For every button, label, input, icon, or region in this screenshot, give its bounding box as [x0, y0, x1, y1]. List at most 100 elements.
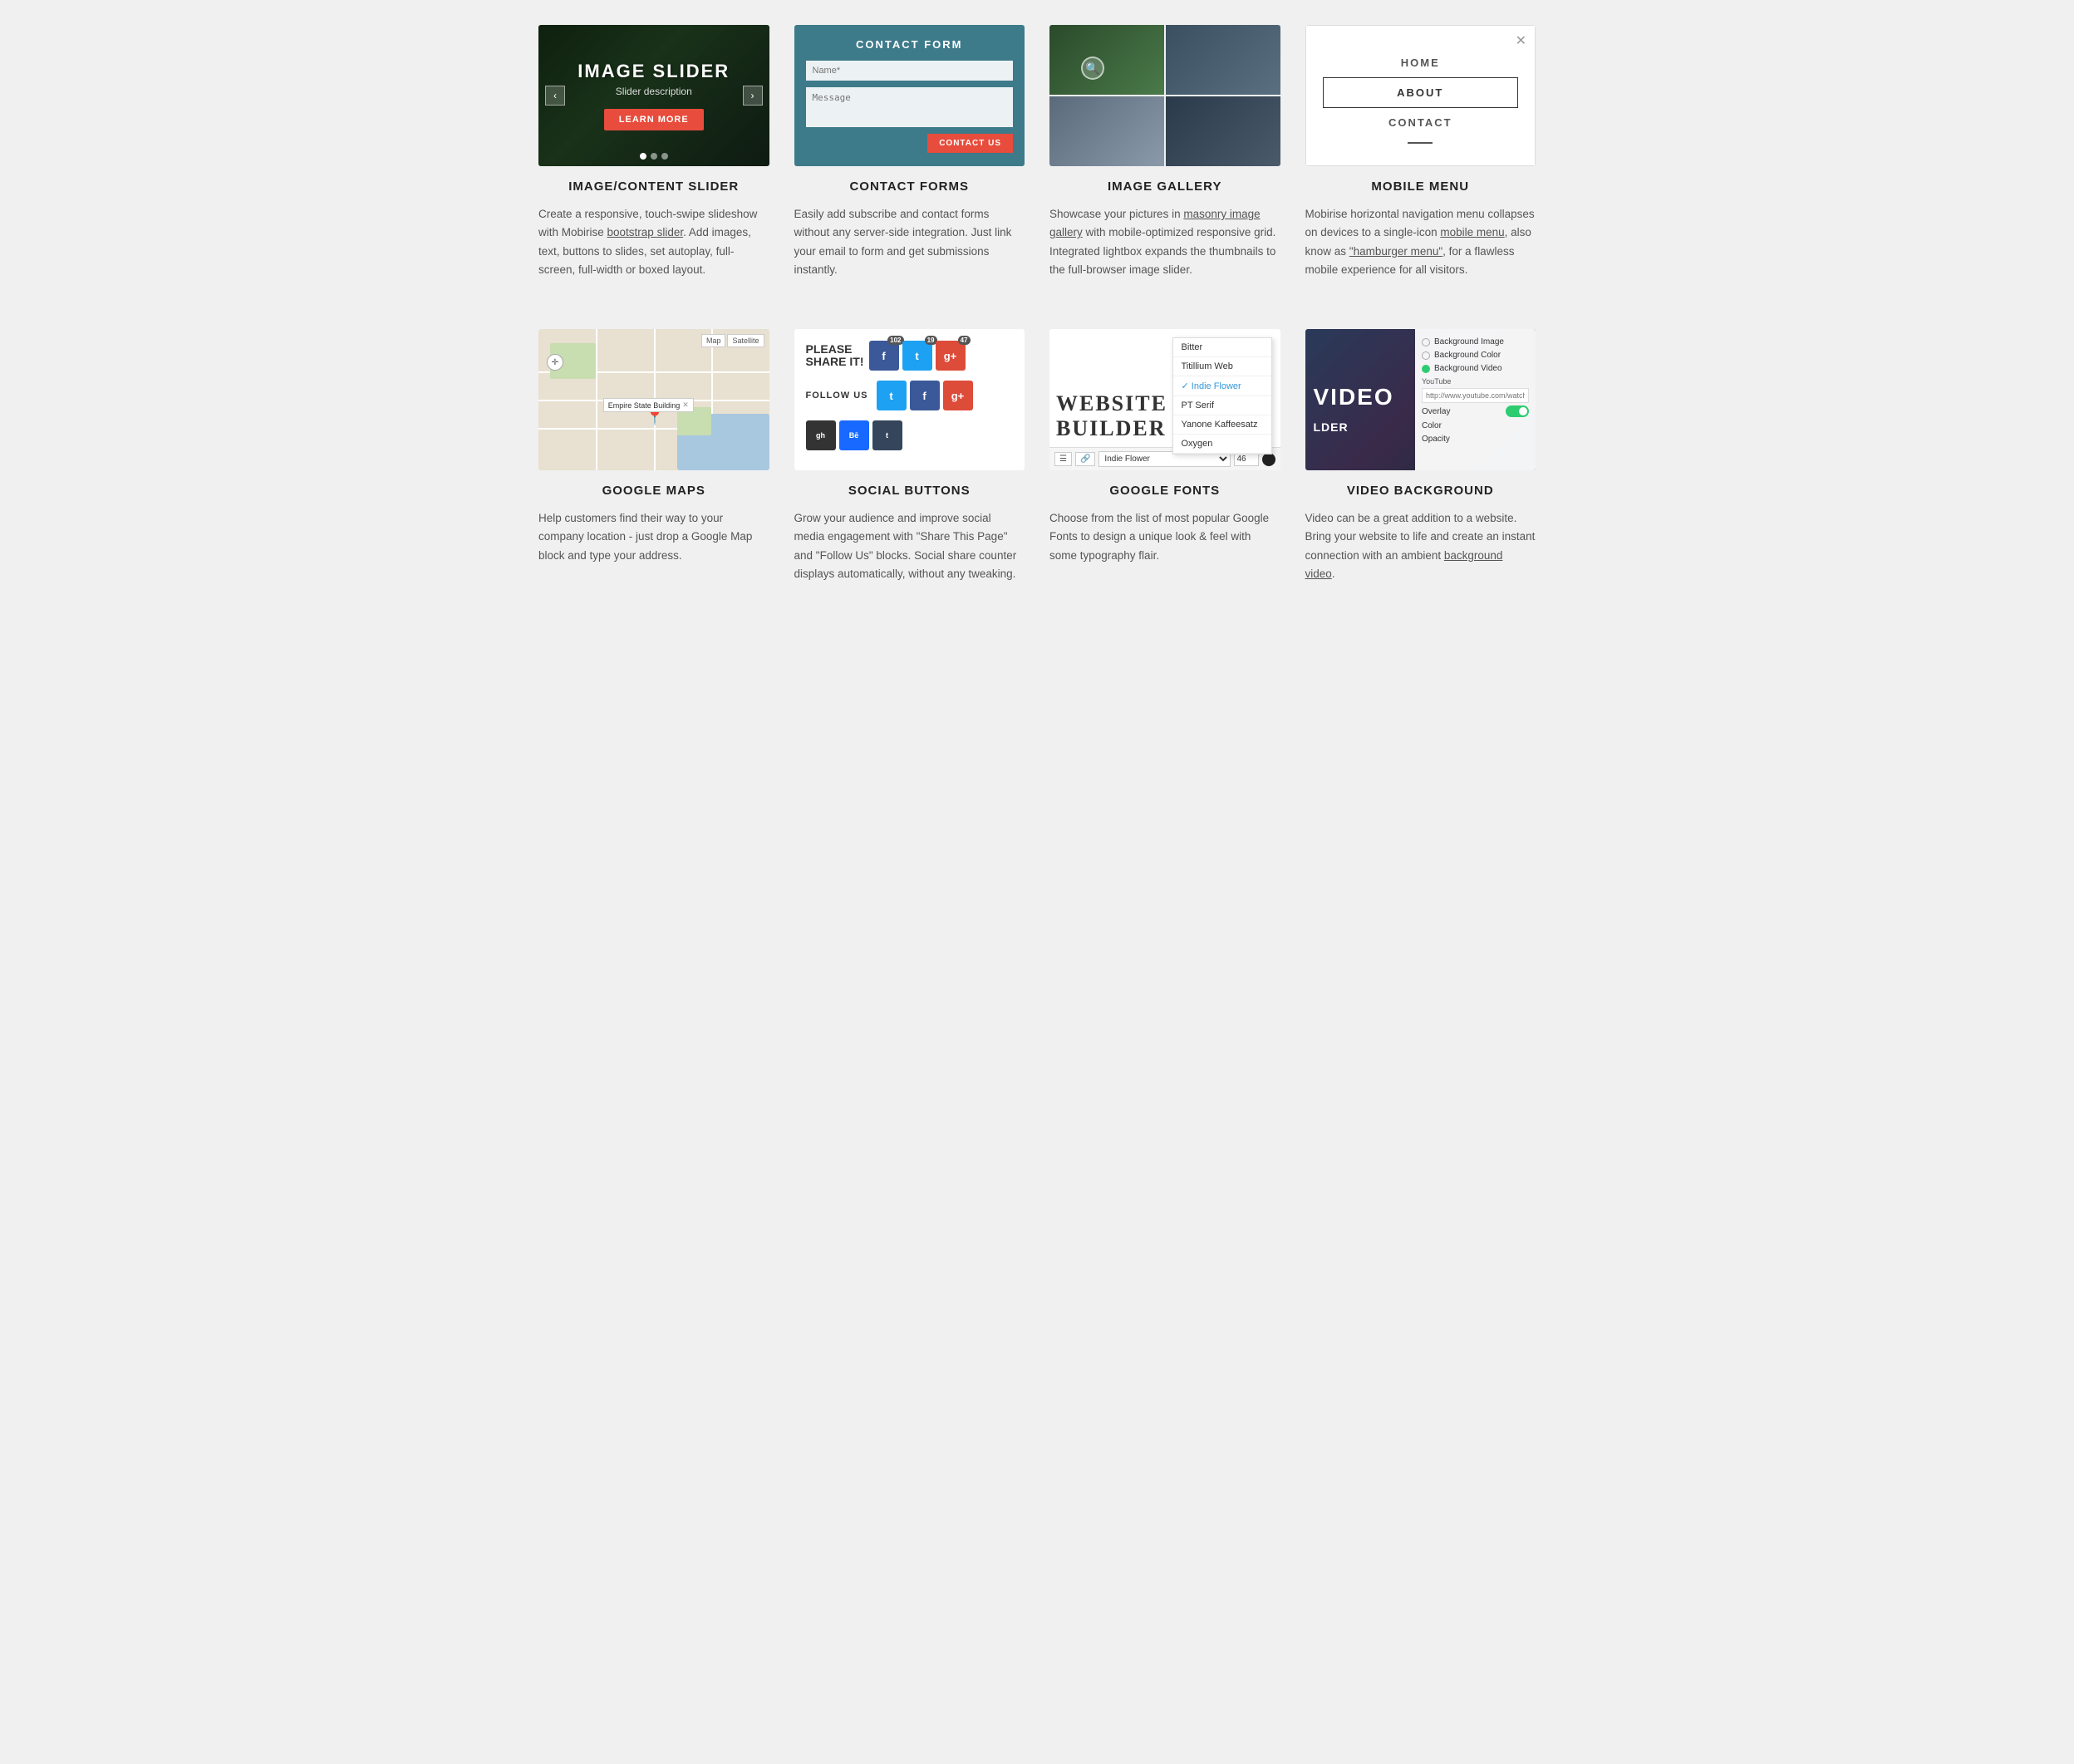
contact-preview-content: CONTACT FORM CONTACT US	[794, 25, 1025, 166]
social-preview-content: PLEASESHARE IT! f102 t19 g+47	[794, 329, 1025, 470]
card-title-fonts: GOOGLE FONTS	[1049, 484, 1280, 498]
follow-behance[interactable]: Bē	[839, 420, 869, 450]
mobile-nav-contact[interactable]: CONTACT	[1306, 108, 1536, 137]
font-align-left[interactable]: ☰	[1054, 452, 1072, 466]
background-video-link[interactable]: background video	[1305, 549, 1503, 580]
card-title-contact: CONTACT FORMS	[794, 179, 1025, 194]
card-contact-forms: CONTACT FORM CONTACT US CONTACT FORMS Ea…	[794, 25, 1025, 279]
slider-dots	[640, 153, 668, 160]
follow-facebook[interactable]: f	[910, 381, 940, 410]
slider-preview-content: ‹ IMAGE SLIDER Slider description LEARN …	[538, 25, 769, 166]
features-row-2: Map Satellite ✛ 📍 Empire State Building …	[538, 329, 1536, 583]
slider-left-arrow[interactable]: ‹	[545, 86, 565, 106]
maps-preview-image: Map Satellite ✛ 📍 Empire State Building …	[538, 329, 769, 470]
font-indie-flower[interactable]: Indie Flower	[1173, 376, 1271, 396]
hamburger-menu-link[interactable]: "hamburger menu"	[1349, 245, 1442, 258]
font-pt-serif[interactable]: PT Serif	[1173, 396, 1271, 415]
follow-googleplus[interactable]: g+	[943, 381, 973, 410]
social-preview-image: PLEASESHARE IT! f102 t19 g+47	[794, 329, 1025, 470]
video-youtube-label: YouTube	[1422, 377, 1529, 386]
slider-dot-3[interactable]	[661, 153, 668, 160]
card-title-maps: GOOGLE MAPS	[538, 484, 769, 498]
slider-dot-1[interactable]	[640, 153, 646, 160]
video-color-label: Color	[1422, 421, 1442, 430]
map-controls: Map Satellite	[701, 334, 764, 347]
fonts-preview-content: Bitter Titillium Web Indie Flower PT Ser…	[1049, 329, 1280, 470]
contact-form-title: CONTACT FORM	[806, 38, 1014, 51]
video-overlay-row: Overlay	[1422, 405, 1529, 417]
follow-tumblr[interactable]: t	[872, 420, 902, 450]
video-bg-color-row: Background Color	[1422, 351, 1529, 360]
map-compass-icon: ✛	[547, 354, 563, 371]
video-bg-color-radio[interactable]	[1422, 351, 1430, 360]
card-title-video: VIDEO BACKGROUND	[1305, 484, 1536, 498]
fonts-dropdown[interactable]: Bitter Titillium Web Indie Flower PT Ser…	[1172, 337, 1272, 455]
slider-dot-2[interactable]	[651, 153, 657, 160]
gallery-cell-2	[1166, 25, 1280, 95]
video-preview-content: VIDEOLDER Background Image Background Co…	[1305, 329, 1536, 470]
slider-right-arrow[interactable]: ›	[743, 86, 763, 106]
font-oxygen[interactable]: Oxygen	[1173, 435, 1271, 454]
map-road-v1	[596, 329, 597, 470]
font-titillium[interactable]: Titillium Web	[1173, 357, 1271, 376]
contact-preview-image: CONTACT FORM CONTACT US	[794, 25, 1025, 166]
card-desc-social: Grow your audience and improve social me…	[794, 509, 1025, 583]
masonry-gallery-link[interactable]: masonry image gallery	[1049, 208, 1261, 238]
gp-count: 47	[958, 336, 971, 345]
social-facebook-share[interactable]: f102	[869, 341, 899, 371]
features-row-1: ‹ IMAGE SLIDER Slider description LEARN …	[538, 25, 1536, 279]
social-share-row: PLEASESHARE IT! f102 t19 g+47	[806, 341, 1014, 371]
social-googleplus-share[interactable]: g+47	[936, 341, 966, 371]
font-link[interactable]: 🔗	[1075, 452, 1095, 466]
gallery-cell-4	[1166, 96, 1280, 166]
map-satellite-button[interactable]: Satellite	[727, 334, 764, 347]
font-yanone[interactable]: Yanone Kaffeesatz	[1173, 415, 1271, 435]
video-bg-image-label: Background Image	[1434, 337, 1504, 346]
map-map-button[interactable]: Map	[701, 334, 726, 347]
map-location-label: Empire State Building ✕	[603, 398, 694, 412]
contact-submit-button[interactable]: CONTACT US	[927, 134, 1013, 153]
video-bg-image-radio[interactable]	[1422, 338, 1430, 346]
video-color-row: Color	[1422, 421, 1529, 430]
mobile-menu-close-icon[interactable]: ✕	[1516, 32, 1526, 49]
gallery-preview-content: 🔍	[1049, 25, 1280, 166]
gallery-cell-1	[1049, 25, 1164, 95]
slider-heading: IMAGE SLIDER	[577, 61, 730, 82]
gallery-cell-3	[1049, 96, 1164, 166]
follow-twitter[interactable]: t	[877, 381, 907, 410]
slider-subtext: Slider description	[616, 86, 692, 97]
mobile-nav-home[interactable]: HOME	[1306, 48, 1536, 77]
map-label-close[interactable]: ✕	[682, 400, 689, 410]
fb-count: 102	[887, 336, 903, 345]
card-google-maps: Map Satellite ✛ 📍 Empire State Building …	[538, 329, 769, 583]
social-follow-row: FOLLOW US t f g+	[806, 381, 1014, 410]
social-share-icons: f102 t19 g+47	[869, 341, 966, 371]
gallery-preview-image: 🔍	[1049, 25, 1280, 166]
social-more-icons: gh Bē t	[806, 420, 1014, 450]
card-desc-slider: Create a responsive, touch-swipe slidesh…	[538, 205, 769, 279]
video-overlay-toggle[interactable]	[1506, 405, 1529, 417]
gallery-search-icon[interactable]: 🔍	[1081, 57, 1104, 80]
video-overlay-label: Overlay	[1422, 407, 1450, 416]
card-title-mobile: MOBILE MENU	[1305, 179, 1536, 194]
bootstrap-slider-link[interactable]: bootstrap slider	[607, 226, 684, 238]
follow-github[interactable]: gh	[806, 420, 836, 450]
social-twitter-share[interactable]: t19	[902, 341, 932, 371]
video-opacity-row: Opacity	[1422, 435, 1529, 444]
social-share-title: PLEASESHARE IT!	[806, 343, 864, 369]
video-bg-video-radio[interactable]	[1422, 365, 1430, 373]
mobile-nav-divider	[1408, 142, 1433, 144]
video-youtube-input[interactable]	[1422, 388, 1529, 403]
video-settings-panel: Background Image Background Color Backgr…	[1415, 329, 1536, 470]
mobile-menu-link[interactable]: mobile menu	[1440, 226, 1504, 238]
video-bg-video-row: Background Video	[1422, 364, 1529, 373]
slider-learn-more-button[interactable]: LEARN MORE	[604, 109, 704, 130]
card-title-slider: IMAGE/CONTENT SLIDER	[538, 179, 769, 194]
card-desc-video: Video can be a great addition to a websi…	[1305, 509, 1536, 583]
social-follow-title: FOLLOW US	[806, 391, 868, 400]
font-bitter[interactable]: Bitter	[1173, 338, 1271, 357]
contact-name-input[interactable]	[806, 61, 1014, 81]
mobile-nav-about[interactable]: ABOUT	[1323, 77, 1519, 108]
contact-message-input[interactable]	[806, 87, 1014, 127]
slider-preview-image: ‹ IMAGE SLIDER Slider description LEARN …	[538, 25, 769, 166]
